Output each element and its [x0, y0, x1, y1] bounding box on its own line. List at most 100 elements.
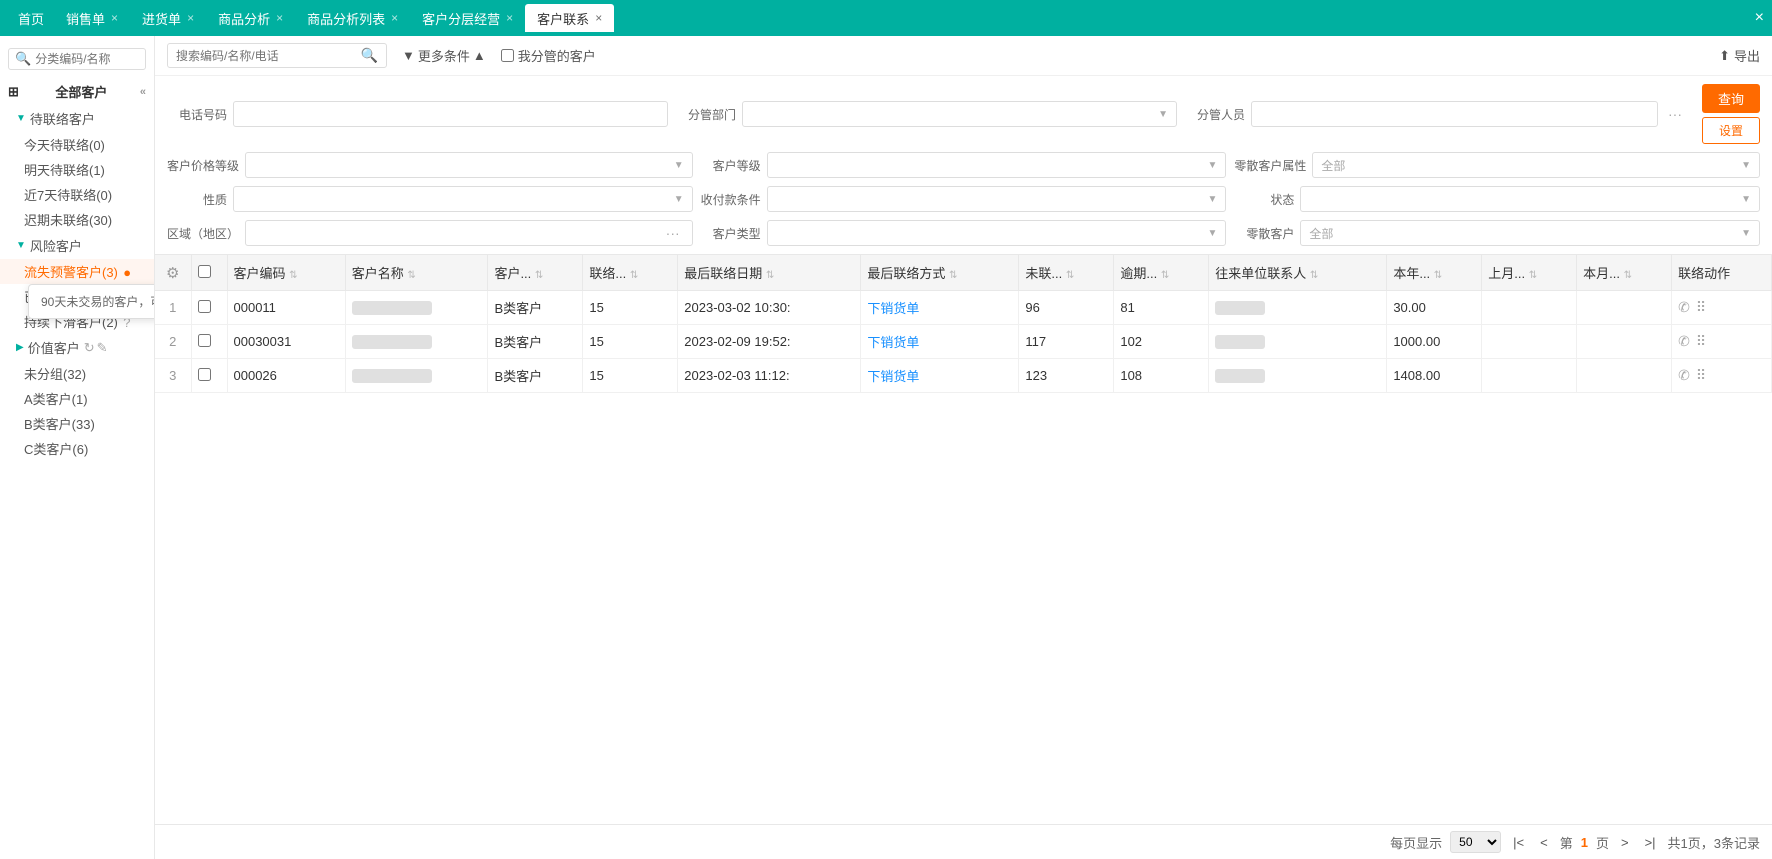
close-icon[interactable]: ×: [506, 11, 513, 25]
zero-attr-select[interactable]: 全部 ▼: [1312, 152, 1760, 178]
settings-button[interactable]: 设置: [1702, 117, 1760, 144]
last-method-link[interactable]: 下销货单: [867, 369, 919, 384]
th-last-month[interactable]: 上月... ⇅: [1482, 255, 1577, 291]
nav-tab-purchase[interactable]: 进货单 ×: [130, 4, 206, 32]
last-page-btn[interactable]: >|: [1641, 833, 1660, 852]
all-customers-header[interactable]: ⊞ 全部客户 «: [0, 78, 154, 105]
query-button[interactable]: 查询: [1702, 84, 1760, 113]
sidebar-search-input[interactable]: [35, 52, 139, 66]
th-type[interactable]: 客户... ⇅: [488, 255, 583, 291]
th-gear[interactable]: ⚙: [155, 255, 191, 291]
sort-icon[interactable]: ⇅: [1434, 270, 1442, 281]
select-all-checkbox[interactable]: [198, 265, 211, 278]
th-contacts[interactable]: 往来单位联系人 ⇅: [1209, 255, 1387, 291]
more-action-icon[interactable]: ⠿: [1696, 367, 1706, 384]
refresh-icon[interactable]: ↻: [84, 340, 95, 356]
th-this-month[interactable]: 本月... ⇅: [1577, 255, 1672, 291]
last-method-link[interactable]: 下销货单: [867, 335, 919, 350]
row-select-checkbox[interactable]: [198, 300, 211, 313]
main-search-input[interactable]: [176, 49, 361, 63]
th-name[interactable]: 客户名称 ⇅: [345, 255, 488, 291]
edit-icon[interactable]: ✎: [97, 340, 108, 356]
sort-icon[interactable]: ⇅: [949, 270, 957, 281]
nav-tab-product-list[interactable]: 商品分析列表 ×: [295, 4, 410, 32]
th-code[interactable]: 客户编码 ⇅: [227, 255, 345, 291]
row-checkbox[interactable]: [191, 291, 227, 325]
sidebar-group-value[interactable]: ▶ 价值客户 ↻ ✎: [0, 334, 154, 361]
window-close-button[interactable]: ×: [1755, 9, 1764, 27]
my-customers-checkbox-label[interactable]: 我分管的客户: [501, 46, 596, 65]
contact-icon[interactable]: ✆: [1678, 333, 1690, 350]
close-icon[interactable]: ×: [595, 11, 602, 25]
sidebar-item-class-b[interactable]: B类客户(33): [0, 411, 154, 436]
more-action-icon[interactable]: ⠿: [1696, 299, 1706, 316]
sidebar-group-risk[interactable]: ▼ 风险客户: [0, 232, 154, 259]
collapse-icon[interactable]: «: [140, 86, 146, 98]
sort-icon[interactable]: ⇅: [407, 270, 415, 281]
row-checkbox[interactable]: [191, 325, 227, 359]
more-action-icon[interactable]: ⠿: [1696, 333, 1706, 350]
th-last-date[interactable]: 最后联络日期 ⇅: [678, 255, 861, 291]
sort-icon[interactable]: ⇅: [535, 270, 543, 281]
customer-type-select[interactable]: ▼: [767, 220, 1227, 246]
search-input-wrap[interactable]: 🔍: [167, 43, 387, 68]
sidebar-group-pending[interactable]: ▼ 待联络客户: [0, 105, 154, 132]
sidebar-item-class-c[interactable]: C类客户(6): [0, 436, 154, 461]
prev-page-btn[interactable]: <: [1536, 833, 1552, 852]
more-conditions-btn[interactable]: ▼ 更多条件 ▲: [395, 42, 493, 69]
next-page-btn[interactable]: >: [1617, 833, 1633, 852]
contact-icon[interactable]: ✆: [1678, 367, 1690, 384]
sort-icon[interactable]: ⇅: [1310, 270, 1318, 281]
nav-tab-sales[interactable]: 销售单 ×: [54, 4, 130, 32]
sort-icon[interactable]: ⇅: [766, 270, 774, 281]
row-checkbox[interactable]: [191, 359, 227, 393]
phone-input[interactable]: [233, 101, 668, 127]
my-customers-checkbox[interactable]: [501, 49, 514, 62]
row-last-method[interactable]: 下销货单: [861, 325, 1019, 359]
nav-home[interactable]: 首页: [8, 9, 54, 28]
row-last-method[interactable]: 下销货单: [861, 359, 1019, 393]
sidebar-item-tomorrow-pending[interactable]: 明天待联络(1): [0, 157, 154, 182]
person-select[interactable]: [1251, 101, 1658, 127]
first-page-btn[interactable]: |<: [1509, 833, 1528, 852]
search-submit-icon[interactable]: 🔍: [361, 47, 378, 64]
gear-icon[interactable]: ⚙: [161, 264, 185, 282]
sidebar-item-today-pending[interactable]: 今天待联络(0): [0, 132, 154, 157]
sort-icon[interactable]: ⇅: [289, 270, 297, 281]
sort-icon[interactable]: ⇅: [1161, 270, 1169, 281]
sidebar-item-overdue-contact[interactable]: 迟期未联络(30): [0, 207, 154, 232]
more-icon[interactable]: ···: [1664, 104, 1686, 124]
sort-icon[interactable]: ⇅: [1624, 270, 1632, 281]
payment-select[interactable]: ▼: [767, 186, 1227, 212]
close-icon[interactable]: ×: [111, 11, 118, 25]
sidebar-item-ungrouped[interactable]: 未分组(32): [0, 361, 154, 386]
more-icon[interactable]: ···: [662, 223, 684, 243]
close-icon[interactable]: ×: [391, 11, 398, 25]
th-unlisted[interactable]: 未联... ⇅: [1019, 255, 1114, 291]
th-checkbox[interactable]: [191, 255, 227, 291]
region-select[interactable]: ···: [245, 220, 693, 246]
close-icon[interactable]: ×: [276, 11, 283, 25]
contact-icon[interactable]: ✆: [1678, 299, 1690, 316]
per-page-select[interactable]: 50 100 200: [1450, 831, 1501, 853]
row-select-checkbox[interactable]: [198, 334, 211, 347]
nature-select[interactable]: ▼: [233, 186, 693, 212]
th-contact-count[interactable]: 联络... ⇅: [583, 255, 678, 291]
dept-select[interactable]: ▼: [742, 101, 1177, 127]
nav-tab-customer-contact[interactable]: 客户联系 ×: [525, 4, 614, 32]
sidebar-item-7days-pending[interactable]: 近7天待联络(0): [0, 182, 154, 207]
nav-tab-customer-tier[interactable]: 客户分层经营 ×: [410, 4, 525, 32]
sidebar-search-wrap[interactable]: 🔍: [8, 48, 146, 70]
row-last-method[interactable]: 下销货单: [861, 291, 1019, 325]
th-last-method[interactable]: 最后联络方式 ⇅: [861, 255, 1019, 291]
zero-customer-select[interactable]: 全部 ▼: [1300, 220, 1760, 246]
sidebar-item-churn-warning[interactable]: 流失预警客户(3) ●: [0, 259, 154, 284]
export-btn[interactable]: ⬆ 导出: [1719, 46, 1760, 65]
last-method-link[interactable]: 下销货单: [867, 301, 919, 316]
row-select-checkbox[interactable]: [198, 368, 211, 381]
th-overdue[interactable]: 逾期... ⇅: [1114, 255, 1209, 291]
nav-tab-product-analysis[interactable]: 商品分析 ×: [206, 4, 295, 32]
sort-icon[interactable]: ⇅: [1529, 270, 1537, 281]
close-icon[interactable]: ×: [187, 11, 194, 25]
sort-icon[interactable]: ⇅: [1066, 270, 1074, 281]
